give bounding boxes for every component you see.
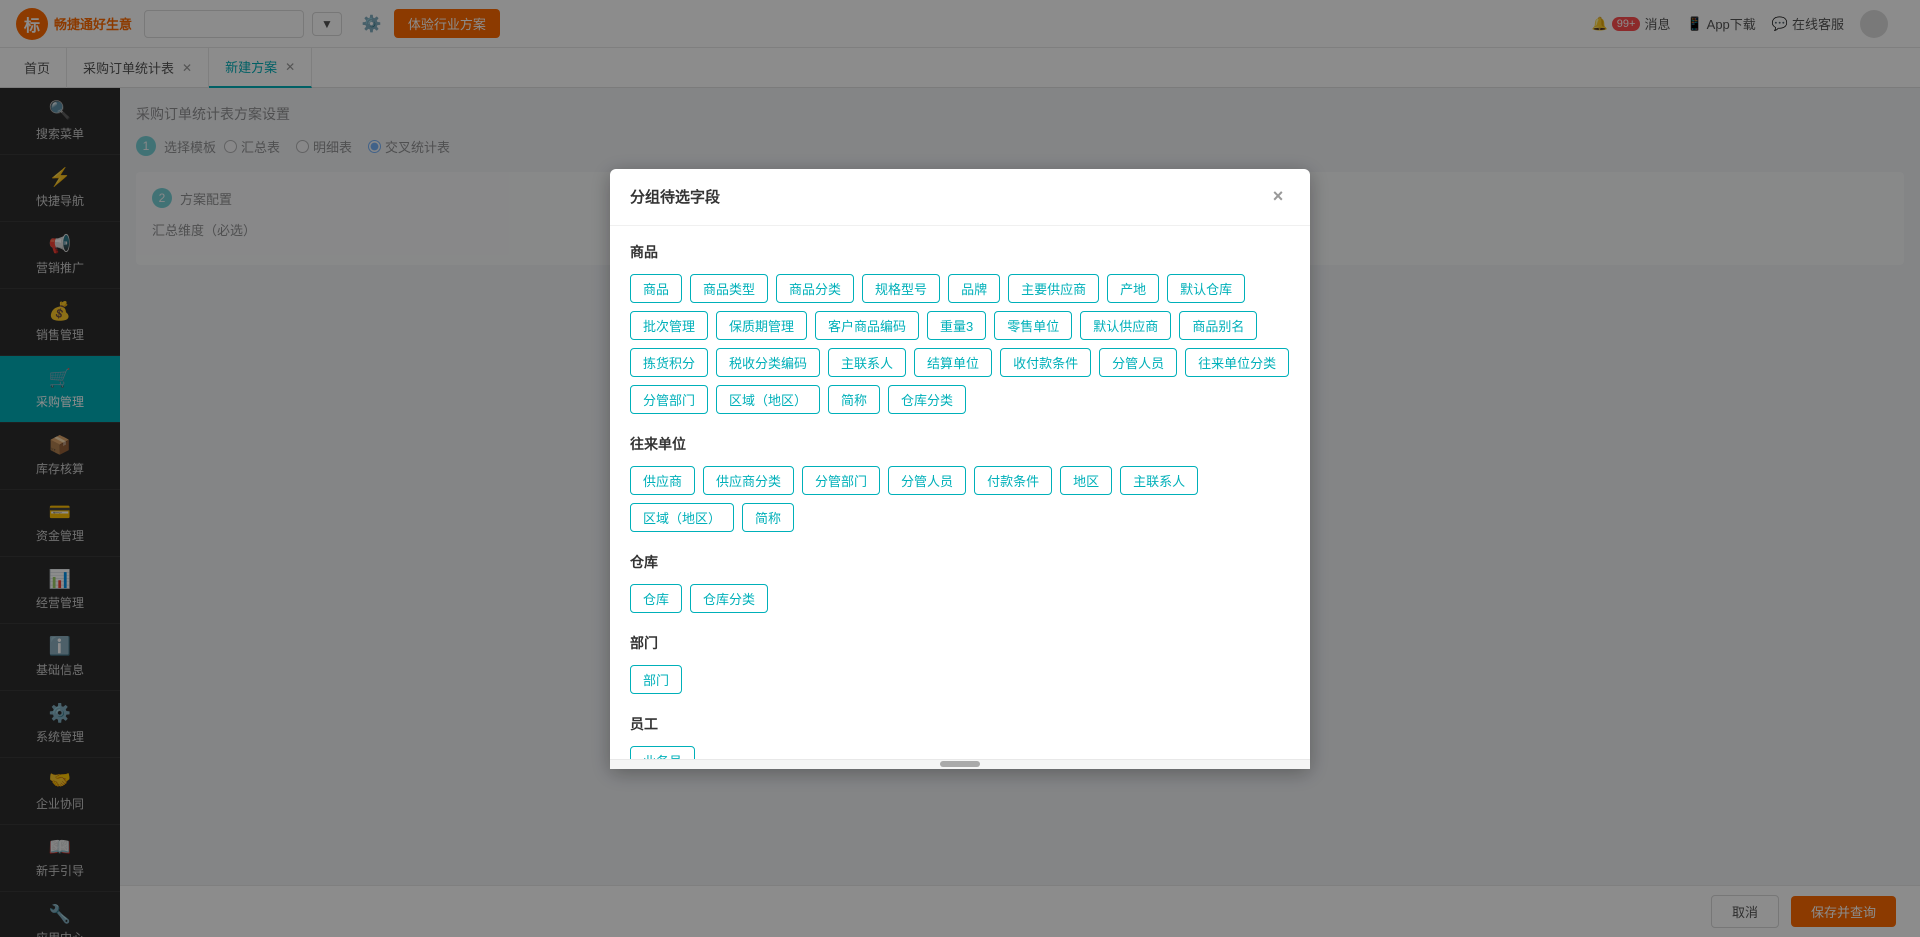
section-product-title: 商品 [630,242,1290,262]
section-partner-title: 往来单位 [630,434,1290,454]
product-fields: 商品 商品类型 商品分类 规格型号 品牌 主要供应商 产地 默认仓库 批次管理 … [630,274,1290,414]
warehouse-fields: 仓库 仓库分类 [630,584,1290,613]
modal-overlay: 分组待选字段 × 商品 商品 商品类型 商品分类 规格型号 品牌 主要供应商 产… [0,0,1920,937]
modal-title: 分组待选字段 [630,186,720,207]
field-warehouse[interactable]: 仓库 [630,584,682,613]
field-partner-category[interactable]: 往来单位分类 [1185,348,1289,377]
field-shelf-life[interactable]: 保质期管理 [716,311,807,340]
field-retail-unit[interactable]: 零售单位 [994,311,1072,340]
field-customer-code[interactable]: 客户商品编码 [815,311,919,340]
section-warehouse: 仓库 仓库 仓库分类 [630,552,1290,613]
field-default-warehouse[interactable]: 默认仓库 [1167,274,1245,303]
field-warehouse-cat[interactable]: 仓库分类 [888,385,966,414]
field-region[interactable]: 区域（地区） [716,385,820,414]
field-department[interactable]: 部门 [630,665,682,694]
section-product: 商品 商品 商品类型 商品分类 规格型号 品牌 主要供应商 产地 默认仓库 批次… [630,242,1290,414]
field-payment-terms[interactable]: 收付款条件 [1000,348,1091,377]
field-manager2[interactable]: 分管人员 [888,466,966,495]
dept-fields: 部门 [630,665,1290,694]
field-weight[interactable]: 重量3 [927,311,986,340]
field-manager[interactable]: 分管人员 [1099,348,1177,377]
section-dept-title: 部门 [630,633,1290,653]
field-settlement-unit[interactable]: 结算单位 [914,348,992,377]
field-main-contact2[interactable]: 主联系人 [1120,466,1198,495]
section-partner: 往来单位 供应商 供应商分类 分管部门 分管人员 付款条件 地区 主联系人 区域… [630,434,1290,532]
field-main-supplier[interactable]: 主要供应商 [1008,274,1099,303]
field-area[interactable]: 地区 [1060,466,1112,495]
partner-fields: 供应商 供应商分类 分管部门 分管人员 付款条件 地区 主联系人 区域（地区） … [630,466,1290,532]
field-region2[interactable]: 区域（地区） [630,503,734,532]
section-employee-title: 员工 [630,714,1290,734]
field-spec[interactable]: 规格型号 [862,274,940,303]
field-default-supplier[interactable]: 默认供应商 [1080,311,1171,340]
modal: 分组待选字段 × 商品 商品 商品类型 商品分类 规格型号 品牌 主要供应商 产… [610,169,1310,769]
employee-fields: 业务员 [630,746,1290,760]
section-warehouse-title: 仓库 [630,552,1290,572]
field-supplier-cat[interactable]: 供应商分类 [703,466,794,495]
section-employee: 员工 业务员 [630,714,1290,760]
section-department: 部门 部门 [630,633,1290,694]
modal-hscroll [610,759,1310,768]
field-product-category[interactable]: 商品分类 [776,274,854,303]
modal-body: 商品 商品 商品类型 商品分类 规格型号 品牌 主要供应商 产地 默认仓库 批次… [610,226,1310,760]
field-sales-rep[interactable]: 业务员 [630,746,695,760]
field-product[interactable]: 商品 [630,274,682,303]
field-short-name2[interactable]: 简称 [742,503,794,532]
field-dept2[interactable]: 分管部门 [802,466,880,495]
modal-close-btn[interactable]: × [1266,185,1290,209]
field-pick-score[interactable]: 拣货积分 [630,348,708,377]
field-batch-mgmt[interactable]: 批次管理 [630,311,708,340]
field-supplier[interactable]: 供应商 [630,466,695,495]
modal-header: 分组待选字段 × [610,169,1310,226]
field-product-type[interactable]: 商品类型 [690,274,768,303]
field-product-alias[interactable]: 商品别名 [1179,311,1257,340]
field-tax-code[interactable]: 税收分类编码 [716,348,820,377]
field-payment-terms2[interactable]: 付款条件 [974,466,1052,495]
field-dept[interactable]: 分管部门 [630,385,708,414]
field-warehouse-category[interactable]: 仓库分类 [690,584,768,613]
field-short-name[interactable]: 简称 [828,385,880,414]
field-main-contact[interactable]: 主联系人 [828,348,906,377]
field-origin[interactable]: 产地 [1107,274,1159,303]
field-brand[interactable]: 品牌 [948,274,1000,303]
